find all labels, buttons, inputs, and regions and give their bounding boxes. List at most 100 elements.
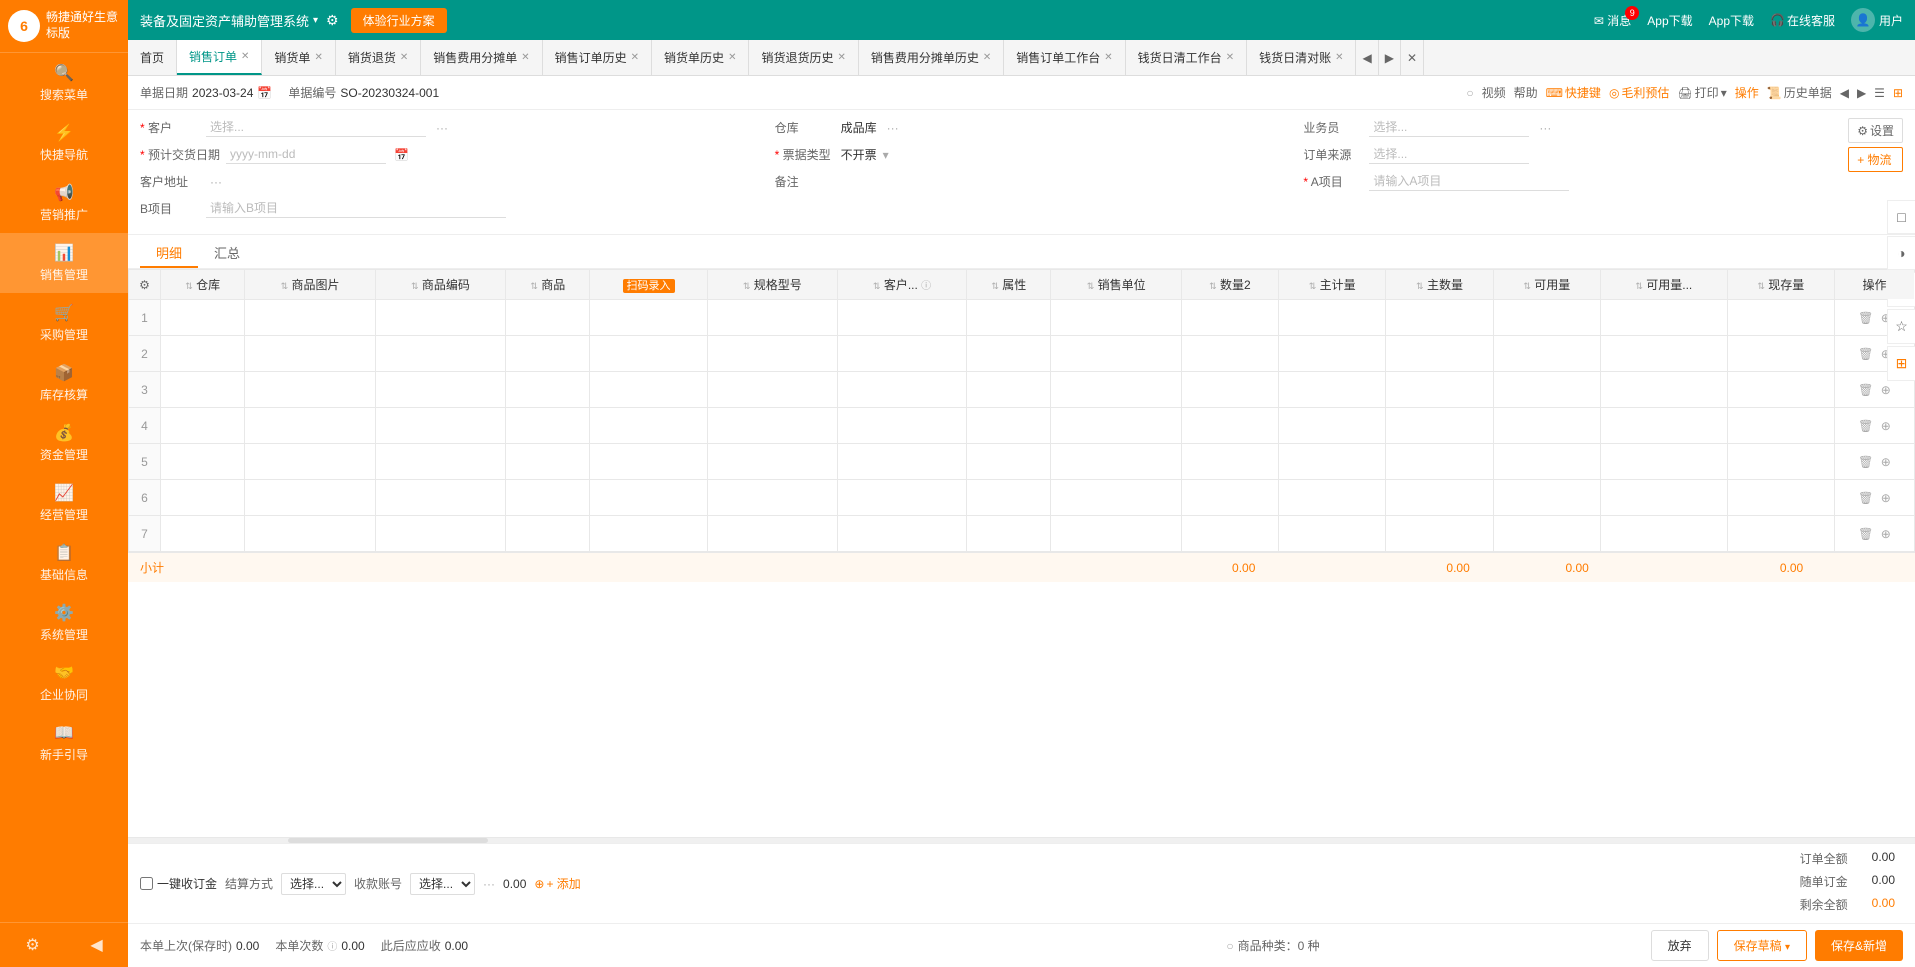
tab-slip-history[interactable]: 销货单历史 ✕: [652, 40, 749, 75]
row-5-product[interactable]: [506, 444, 590, 480]
tab-order-history-close[interactable]: ✕: [631, 52, 639, 63]
row-7-attributes[interactable]: [967, 516, 1051, 552]
save-new-button[interactable]: 保存&新增: [1815, 930, 1903, 961]
help-btn[interactable]: 帮助: [1514, 84, 1538, 101]
sidebar-item-search[interactable]: 🔍 搜索菜单: [0, 53, 128, 113]
col-settings[interactable]: ⚙: [129, 270, 161, 300]
add-receipt-button[interactable]: ⊕ + 添加: [534, 875, 580, 892]
row-7-warehouse[interactable]: [161, 516, 245, 552]
row-2-attributes[interactable]: [967, 336, 1051, 372]
row-6-main-qty[interactable]: [1386, 480, 1493, 516]
discard-button[interactable]: 放弃: [1651, 930, 1709, 961]
row-5-sales-unit[interactable]: [1051, 444, 1181, 480]
view-list-icon[interactable]: ☰: [1874, 86, 1885, 100]
save-draft-button[interactable]: 保存草稿 ▾: [1717, 930, 1807, 961]
rfloat-btn-5[interactable]: ⊞: [1887, 346, 1915, 381]
sidebar-item-sales[interactable]: 📊 销售管理: [0, 233, 128, 293]
warehouse-value[interactable]: 成品库: [841, 119, 877, 136]
sidebar-item-purchase[interactable]: 🛒 采购管理: [0, 293, 128, 353]
row-4-warehouse[interactable]: [161, 408, 245, 444]
app-download-text[interactable]: App下载: [1709, 12, 1754, 29]
row-7-main-unit[interactable]: [1278, 516, 1385, 552]
row-7-product[interactable]: [506, 516, 590, 552]
tab-prev-btn[interactable]: ◀: [1356, 40, 1378, 75]
row-3-attributes[interactable]: [967, 372, 1051, 408]
delivery-date-input[interactable]: [226, 145, 386, 164]
receipt-dots[interactable]: ···: [483, 877, 495, 891]
table-row[interactable]: 6: [129, 480, 1915, 516]
online-service[interactable]: 🎧 在线客服: [1770, 12, 1835, 29]
row-3-sales-unit[interactable]: [1051, 372, 1181, 408]
row-2-product[interactable]: [506, 336, 590, 372]
calendar-icon[interactable]: 📅: [257, 86, 272, 100]
table-row[interactable]: 2: [129, 336, 1915, 372]
tab-sales-order[interactable]: 销售订单 ✕: [177, 40, 262, 75]
row-4-product[interactable]: [506, 408, 590, 444]
sidebar-item-marketing[interactable]: 📢 营销推广: [0, 173, 128, 233]
print-btn[interactable]: 🖨 打印 ▾: [1677, 84, 1726, 101]
tab-next-btn[interactable]: ▶: [1379, 40, 1401, 75]
tab-cash-reconcile[interactable]: 钱货日清对账 ✕: [1247, 40, 1356, 75]
delete-icon[interactable]: 🗑: [1858, 383, 1873, 397]
tab-more-btn[interactable]: ✕: [1401, 40, 1424, 75]
row-6-attributes[interactable]: [967, 480, 1051, 516]
row-4-main-qty[interactable]: [1386, 408, 1493, 444]
app-download-link[interactable]: App下载: [1647, 12, 1692, 29]
row-3-warehouse[interactable]: [161, 372, 245, 408]
add-logistics-button[interactable]: + 物流: [1848, 147, 1903, 172]
operate-btn[interactable]: 操作: [1735, 84, 1759, 101]
notification-badge[interactable]: ✉ 9 消息: [1594, 12, 1631, 29]
row-1-spec[interactable]: [707, 300, 837, 336]
calendar2-icon[interactable]: 📅: [394, 148, 409, 162]
settings-button[interactable]: ⚙ 设置: [1848, 118, 1903, 143]
tab-sales-return-close[interactable]: ✕: [400, 52, 408, 63]
copy-icon[interactable]: ⊕: [1881, 491, 1891, 505]
tab-slip-history-close[interactable]: ✕: [728, 52, 736, 63]
row-2-qty2[interactable]: [1181, 336, 1278, 372]
one-key-settle-checkbox[interactable]: 一键收订金: [140, 875, 217, 892]
row-3-customer-code[interactable]: [837, 372, 966, 408]
tab-return-history-close[interactable]: ✕: [837, 52, 845, 63]
tab-return-history[interactable]: 销货退货历史 ✕: [749, 40, 858, 75]
table-row[interactable]: 5: [129, 444, 1915, 480]
tab-sales-slip-close[interactable]: ✕: [314, 52, 322, 63]
row-1-main-qty[interactable]: [1386, 300, 1493, 336]
profit-btn[interactable]: ◎ 毛利预估: [1609, 84, 1670, 101]
row-6-product[interactable]: [506, 480, 590, 516]
draft-arrow[interactable]: ▾: [1785, 942, 1790, 953]
row-1-customer-code[interactable]: [837, 300, 966, 336]
settings-bottom-icon[interactable]: ⚙: [21, 931, 43, 959]
tab-detail[interactable]: 明细: [140, 239, 198, 268]
row-3-qty2[interactable]: [1181, 372, 1278, 408]
delete-icon[interactable]: 🗑: [1858, 311, 1873, 325]
row-2-warehouse[interactable]: [161, 336, 245, 372]
row-7-main-qty[interactable]: [1386, 516, 1493, 552]
sidebar-item-basic-info[interactable]: 📋 基础信息: [0, 533, 128, 593]
customer-more-icon[interactable]: ···: [436, 121, 448, 135]
tab-expense-history[interactable]: 销售费用分摊单历史 ✕: [859, 40, 1004, 75]
sidebar-item-operations[interactable]: 📈 经营管理: [0, 473, 128, 533]
tab-cash-reconcile-close[interactable]: ✕: [1335, 52, 1343, 63]
customer-input[interactable]: [206, 118, 426, 137]
col-scan[interactable]: 扫码录入: [590, 270, 707, 300]
row-5-main-qty[interactable]: [1386, 444, 1493, 480]
row-1-main-unit[interactable]: [1278, 300, 1385, 336]
row-5-product-code[interactable]: [375, 444, 505, 480]
order-no-value[interactable]: SO-20230324-001: [340, 86, 439, 100]
view-btn[interactable]: 视频: [1482, 84, 1506, 101]
rfloat-btn-2[interactable]: ◑: [1887, 236, 1915, 270]
row-7-qty2[interactable]: [1181, 516, 1278, 552]
sidebar-item-inventory[interactable]: 📦 库存核算: [0, 353, 128, 413]
expand-icon[interactable]: ⊞: [1893, 86, 1903, 100]
sidebar-item-quick-nav[interactable]: ⚡ 快捷导航: [0, 113, 128, 173]
table-row[interactable]: 4: [129, 408, 1915, 444]
row-4-attributes[interactable]: [967, 408, 1051, 444]
row-5-main-unit[interactable]: [1278, 444, 1385, 480]
collapse-icon[interactable]: ◀: [86, 931, 106, 959]
next-record-icon[interactable]: ▶: [1857, 86, 1866, 100]
copy-icon[interactable]: ⊕: [1881, 419, 1891, 433]
row-4-sales-unit[interactable]: [1051, 408, 1181, 444]
row-4-customer-code[interactable]: [837, 408, 966, 444]
row-5-customer-code[interactable]: [837, 444, 966, 480]
copy-icon[interactable]: ⊕: [1881, 527, 1891, 541]
